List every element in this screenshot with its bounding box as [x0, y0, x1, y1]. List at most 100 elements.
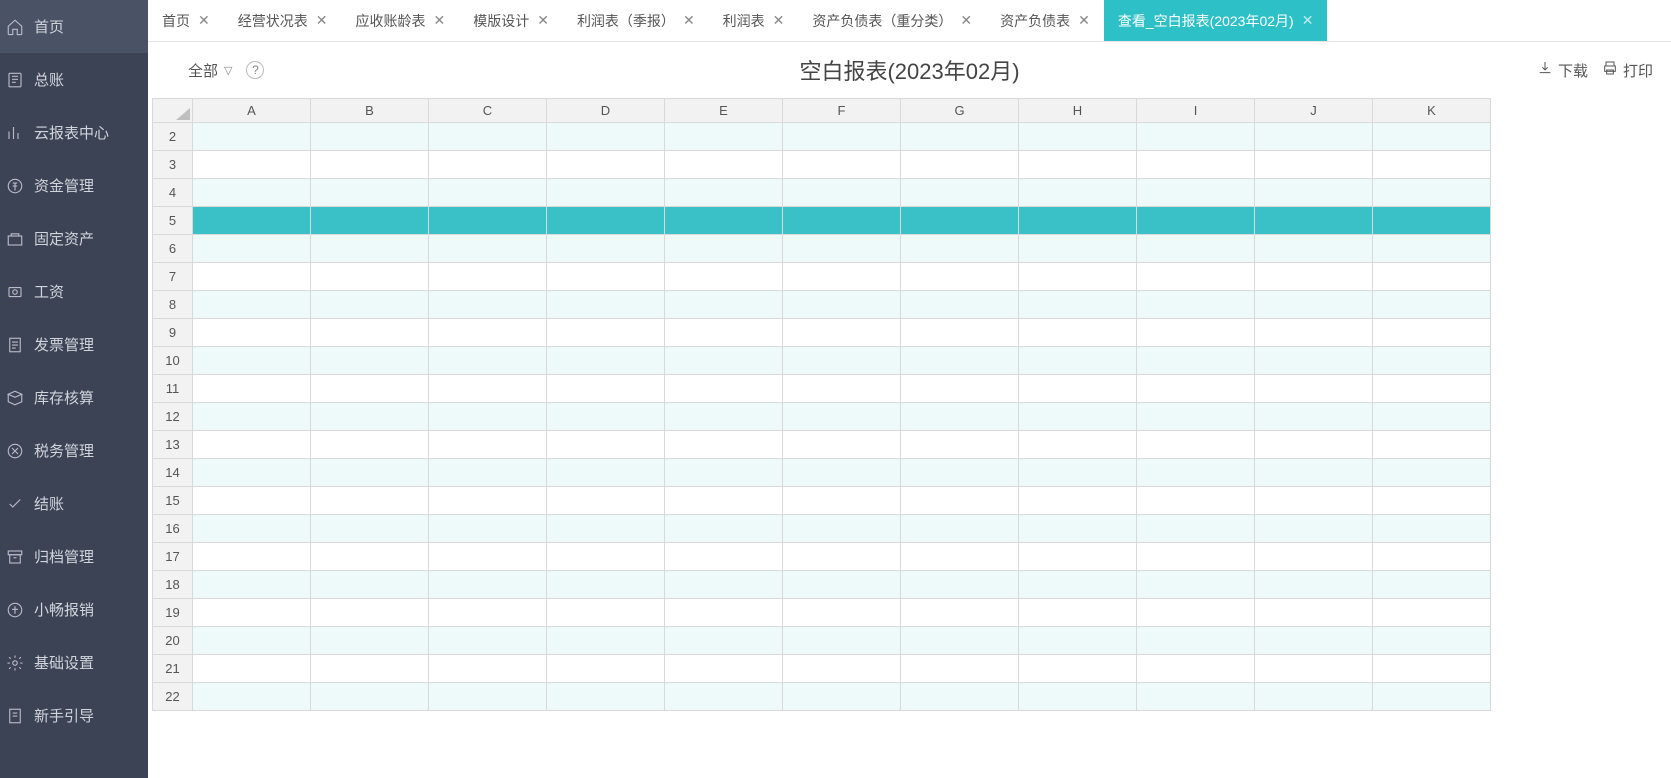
cell-K8[interactable] — [1373, 291, 1491, 319]
cell-H12[interactable] — [1019, 403, 1137, 431]
cell-B12[interactable] — [311, 403, 429, 431]
column-header-K[interactable]: K — [1373, 99, 1491, 123]
cell-H20[interactable] — [1019, 627, 1137, 655]
cell-J21[interactable] — [1255, 655, 1373, 683]
cell-J5[interactable] — [1255, 207, 1373, 235]
cell-G9[interactable] — [901, 319, 1019, 347]
cell-C2[interactable] — [429, 123, 547, 151]
cell-E2[interactable] — [665, 123, 783, 151]
cell-C5[interactable] — [429, 207, 547, 235]
cell-G19[interactable] — [901, 599, 1019, 627]
cell-E12[interactable] — [665, 403, 783, 431]
cell-K20[interactable] — [1373, 627, 1491, 655]
cell-K17[interactable] — [1373, 543, 1491, 571]
sidebar-item-3[interactable]: 资金管理 — [0, 159, 148, 212]
cell-D6[interactable] — [547, 235, 665, 263]
close-icon[interactable]: ✕ — [198, 12, 210, 29]
column-header-G[interactable]: G — [901, 99, 1019, 123]
cell-K12[interactable] — [1373, 403, 1491, 431]
cell-D7[interactable] — [547, 263, 665, 291]
tab-5[interactable]: 利润表✕ — [709, 0, 799, 41]
cell-H5[interactable] — [1019, 207, 1137, 235]
cell-A22[interactable] — [193, 683, 311, 711]
cell-E6[interactable] — [665, 235, 783, 263]
cell-C18[interactable] — [429, 571, 547, 599]
cell-J18[interactable] — [1255, 571, 1373, 599]
cell-D12[interactable] — [547, 403, 665, 431]
cell-I8[interactable] — [1137, 291, 1255, 319]
cell-G8[interactable] — [901, 291, 1019, 319]
cell-F22[interactable] — [783, 683, 901, 711]
close-icon[interactable]: ✕ — [1302, 12, 1314, 29]
close-icon[interactable]: ✕ — [773, 12, 785, 29]
cell-J6[interactable] — [1255, 235, 1373, 263]
tab-0[interactable]: 首页✕ — [148, 0, 224, 41]
filter-select[interactable]: 全部 ▽ — [166, 60, 232, 81]
cell-J3[interactable] — [1255, 151, 1373, 179]
sidebar-item-7[interactable]: 库存核算 — [0, 371, 148, 424]
cell-C15[interactable] — [429, 487, 547, 515]
cell-G4[interactable] — [901, 179, 1019, 207]
cell-D16[interactable] — [547, 515, 665, 543]
cell-K15[interactable] — [1373, 487, 1491, 515]
spreadsheet[interactable]: ABCDEFGHIJK23456789101112131415161718192… — [148, 98, 1671, 778]
sidebar-item-10[interactable]: 归档管理 — [0, 530, 148, 583]
cell-J10[interactable] — [1255, 347, 1373, 375]
sidebar-item-13[interactable]: 新手引导 — [0, 689, 148, 742]
cell-I16[interactable] — [1137, 515, 1255, 543]
cell-A10[interactable] — [193, 347, 311, 375]
cell-D14[interactable] — [547, 459, 665, 487]
cell-E3[interactable] — [665, 151, 783, 179]
cell-K18[interactable] — [1373, 571, 1491, 599]
cell-D10[interactable] — [547, 347, 665, 375]
cell-D5[interactable] — [547, 207, 665, 235]
cell-K16[interactable] — [1373, 515, 1491, 543]
cell-H10[interactable] — [1019, 347, 1137, 375]
cell-K11[interactable] — [1373, 375, 1491, 403]
cell-I19[interactable] — [1137, 599, 1255, 627]
row-header-2[interactable]: 2 — [153, 123, 193, 151]
cell-C21[interactable] — [429, 655, 547, 683]
sidebar-item-11[interactable]: 小畅报销 — [0, 583, 148, 636]
cell-D3[interactable] — [547, 151, 665, 179]
cell-C16[interactable] — [429, 515, 547, 543]
cell-G18[interactable] — [901, 571, 1019, 599]
cell-H8[interactable] — [1019, 291, 1137, 319]
cell-E10[interactable] — [665, 347, 783, 375]
column-header-B[interactable]: B — [311, 99, 429, 123]
cell-B21[interactable] — [311, 655, 429, 683]
cell-B8[interactable] — [311, 291, 429, 319]
cell-B5[interactable] — [311, 207, 429, 235]
cell-C20[interactable] — [429, 627, 547, 655]
cell-K7[interactable] — [1373, 263, 1491, 291]
cell-K14[interactable] — [1373, 459, 1491, 487]
cell-J8[interactable] — [1255, 291, 1373, 319]
cell-F5[interactable] — [783, 207, 901, 235]
cell-C10[interactable] — [429, 347, 547, 375]
cell-A17[interactable] — [193, 543, 311, 571]
print-button[interactable]: 打印 — [1602, 60, 1653, 81]
cell-F9[interactable] — [783, 319, 901, 347]
cell-I14[interactable] — [1137, 459, 1255, 487]
cell-B11[interactable] — [311, 375, 429, 403]
cell-B17[interactable] — [311, 543, 429, 571]
cell-G14[interactable] — [901, 459, 1019, 487]
cell-K13[interactable] — [1373, 431, 1491, 459]
tab-2[interactable]: 应收账龄表✕ — [341, 0, 459, 41]
row-header-15[interactable]: 15 — [153, 487, 193, 515]
cell-I13[interactable] — [1137, 431, 1255, 459]
sidebar-item-0[interactable]: 首页 — [0, 0, 148, 53]
cell-G22[interactable] — [901, 683, 1019, 711]
cell-C7[interactable] — [429, 263, 547, 291]
cell-C14[interactable] — [429, 459, 547, 487]
cell-D2[interactable] — [547, 123, 665, 151]
sidebar-item-2[interactable]: 云报表中心 — [0, 106, 148, 159]
cell-E7[interactable] — [665, 263, 783, 291]
close-icon[interactable]: ✕ — [960, 12, 972, 29]
cell-H17[interactable] — [1019, 543, 1137, 571]
column-header-H[interactable]: H — [1019, 99, 1137, 123]
row-header-21[interactable]: 21 — [153, 655, 193, 683]
cell-J4[interactable] — [1255, 179, 1373, 207]
cell-A21[interactable] — [193, 655, 311, 683]
cell-A5[interactable] — [193, 207, 311, 235]
